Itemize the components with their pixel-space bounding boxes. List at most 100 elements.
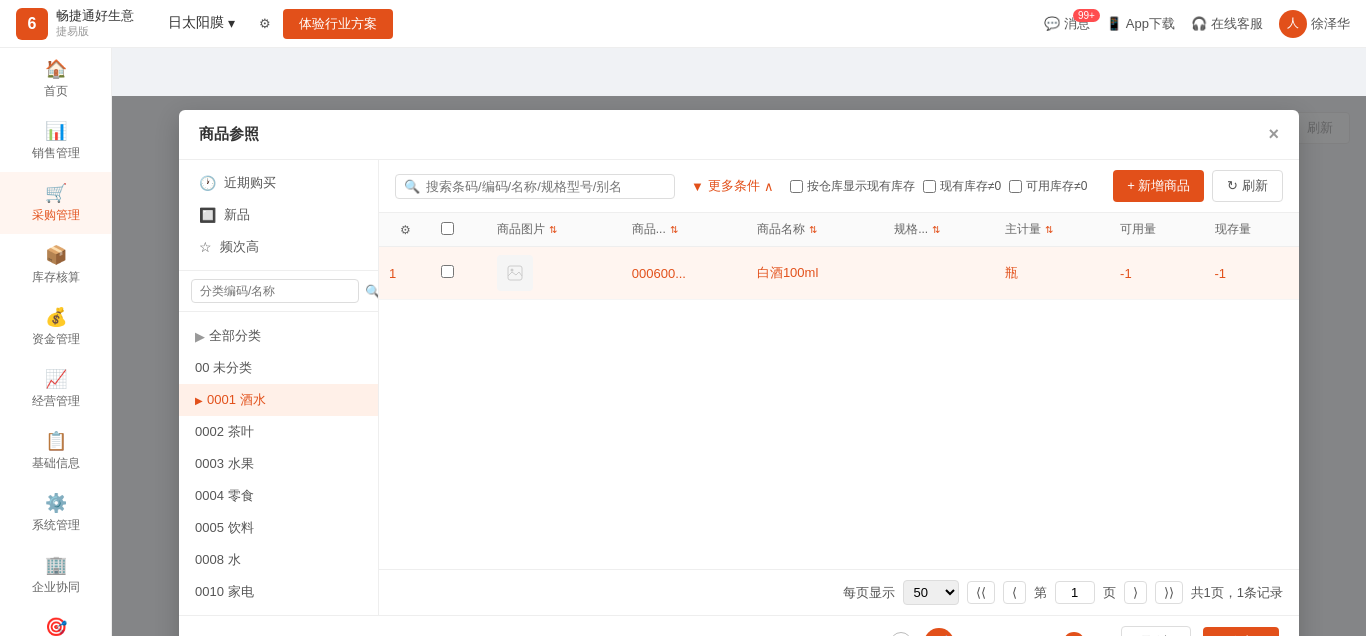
page-label: 页 xyxy=(1103,584,1116,602)
nav-selector[interactable]: 日太阳膜 ▾ xyxy=(156,0,247,48)
cat-item-0002[interactable]: 0002 茶叶 xyxy=(179,416,378,448)
th-check xyxy=(431,213,487,247)
cat-item-0005[interactable]: 0005 饮料 xyxy=(179,512,378,544)
current-nonzero-checkbox-label[interactable]: 现有库存≠0 xyxy=(923,178,1001,195)
cat-item-0001-label: 0001 酒水 xyxy=(207,391,266,409)
confirm-button[interactable]: 确定 xyxy=(1203,627,1279,636)
pagination-summary: 共1页，1条记录 xyxy=(1191,584,1283,602)
cart-button[interactable]: 🛒 xyxy=(924,628,954,636)
nav-selector-label: 日太阳膜 xyxy=(168,14,224,32)
add-product-button[interactable]: + 新增商品 xyxy=(1113,170,1204,202)
modal-overlay: 商品参照 × 🕐 近期购买 🔲 新品 xyxy=(112,96,1366,636)
th-spec-sort: 规格... ⇅ xyxy=(894,221,985,238)
sidebar-item-inventory[interactable]: 📦 库存核算 xyxy=(0,234,111,296)
filter-icon: ▼ xyxy=(691,179,704,194)
warehouse-checkbox-text: 按仓库显示现有库存 xyxy=(807,178,915,195)
cat-item-0003[interactable]: 0003 水果 xyxy=(179,448,378,480)
gear-icon: ⚙ xyxy=(400,223,411,237)
page-size-select[interactable]: 20 50 100 xyxy=(903,580,959,605)
th-spec[interactable]: 规格... ⇅ xyxy=(884,213,995,247)
search-icon: 🔍 xyxy=(365,284,379,299)
cat-item-0001[interactable]: ▶ 0001 酒水 xyxy=(179,384,378,416)
th-image-label: 商品图片 xyxy=(497,221,545,238)
sidebar-item-home[interactable]: 🏠 首页 xyxy=(0,48,111,110)
row-code: 000600... xyxy=(622,247,747,300)
user-profile[interactable]: 人 徐泽华 xyxy=(1279,10,1350,38)
next-page-button[interactable]: ⟩ xyxy=(1124,581,1147,604)
th-unit[interactable]: 主计量 ⇅ xyxy=(995,213,1110,247)
online-service-item[interactable]: 🎧 在线客服 xyxy=(1191,15,1263,33)
sales-icon: 📊 xyxy=(45,120,67,142)
th-settings[interactable]: ⚙ xyxy=(379,213,431,247)
cat-arrow-0001: ▶ xyxy=(195,395,203,406)
selected-count-badge: 0 xyxy=(1063,632,1085,636)
category-search-input[interactable] xyxy=(191,279,359,303)
sidebar-item-finance[interactable]: 💰 资金管理 xyxy=(0,296,111,358)
footer-right: ? 🛒 连续选择的商品 0 ∧ 取消 确定 xyxy=(890,626,1279,636)
cancel-button[interactable]: 取消 xyxy=(1121,626,1191,636)
filter-caret-icon: ∧ xyxy=(764,179,774,194)
sidebar-item-purchase[interactable]: 🛒 采购管理 xyxy=(0,172,111,234)
th-name[interactable]: 商品名称 ⇅ xyxy=(747,213,884,247)
refresh-button[interactable]: ↻ 刷新 xyxy=(1212,170,1283,202)
quick-item-frequent[interactable]: ☆ 频次高 xyxy=(191,232,366,262)
app-download-label: App下载 xyxy=(1126,15,1175,33)
row-check[interactable] xyxy=(431,247,487,300)
settings-icon[interactable]: ⚙ xyxy=(247,16,283,31)
cat-item-00-label: 00 未分类 xyxy=(195,359,252,377)
cat-item-0004-label: 0004 零食 xyxy=(195,487,254,505)
th-code[interactable]: 商品... ⇅ xyxy=(622,213,747,247)
sidebar-item-operations-label: 经营管理 xyxy=(32,393,80,410)
logo-icon: 6 xyxy=(16,8,48,40)
first-page-button[interactable]: ⟨⟨ xyxy=(967,581,995,604)
quick-item-new[interactable]: 🔲 新品 xyxy=(191,200,366,230)
sidebar-item-guide[interactable]: 🎯 新手引导 xyxy=(0,606,111,636)
cat-item-0010[interactable]: 0010 家电 xyxy=(179,576,378,608)
sort-code-icon: ⇅ xyxy=(670,224,678,235)
message-icon: 💬 xyxy=(1044,16,1060,31)
main-content: 查询 设置 刷新 商品参照 × 🕐 近期购买 xyxy=(112,96,1366,636)
th-image[interactable]: 商品图片 ⇅ xyxy=(487,213,622,247)
cat-item-0008[interactable]: 0008 水 xyxy=(179,544,378,576)
row-available: -1 xyxy=(1110,247,1204,300)
available-nonzero-checkbox[interactable] xyxy=(1009,180,1022,193)
th-unit-sort: 主计量 ⇅ xyxy=(1005,221,1100,238)
modal-body: 🕐 近期购买 🔲 新品 ☆ 频次高 xyxy=(179,160,1299,615)
sidebar-item-sales[interactable]: 📊 销售管理 xyxy=(0,110,111,172)
sidebar-item-inventory-label: 库存核算 xyxy=(32,269,80,286)
last-page-button[interactable]: ⟩⟩ xyxy=(1155,581,1183,604)
filter-button[interactable]: ▼ 更多条件 ∧ xyxy=(683,173,782,199)
headset-icon: 🎧 xyxy=(1191,16,1207,31)
product-image-placeholder xyxy=(497,255,533,291)
sort-image-icon: ⇅ xyxy=(549,224,557,235)
warehouse-checkbox[interactable] xyxy=(790,180,803,193)
cat-item-all[interactable]: ▶ 全部分类 xyxy=(179,320,378,352)
sidebar-item-purchase-label: 采购管理 xyxy=(32,207,80,224)
table-row[interactable]: 1 xyxy=(379,247,1299,300)
trial-button[interactable]: 体验行业方案 xyxy=(283,9,393,39)
right-panel: 🔍 ▼ 更多条件 ∧ 按仓库显示现有库存 xyxy=(379,160,1299,615)
top-right: 💬 消息 99+ 📱 App下载 🎧 在线客服 人 徐泽华 xyxy=(1044,10,1350,38)
available-nonzero-checkbox-label[interactable]: 可用库存≠0 xyxy=(1009,178,1087,195)
modal-header: 商品参照 × xyxy=(179,110,1299,160)
modal-title: 商品参照 xyxy=(199,125,259,144)
prev-page-button[interactable]: ⟨ xyxy=(1003,581,1026,604)
product-search-input[interactable] xyxy=(426,179,666,194)
current-nonzero-checkbox[interactable] xyxy=(923,180,936,193)
sidebar-item-basic[interactable]: 📋 基础信息 xyxy=(0,420,111,482)
sidebar-item-system[interactable]: ⚙️ 系统管理 xyxy=(0,482,111,544)
app-download-item[interactable]: 📱 App下载 xyxy=(1106,15,1175,33)
messages-item[interactable]: 💬 消息 99+ xyxy=(1044,15,1090,33)
quick-item-frequent-label: 频次高 xyxy=(220,238,259,256)
page-number-input[interactable] xyxy=(1055,581,1095,604)
cat-item-0004[interactable]: 0004 零食 xyxy=(179,480,378,512)
help-button[interactable]: ? xyxy=(890,632,912,636)
select-all-checkbox[interactable] xyxy=(441,222,454,235)
cat-item-00[interactable]: 00 未分类 xyxy=(179,352,378,384)
sidebar-item-operations[interactable]: 📈 经营管理 xyxy=(0,358,111,420)
warehouse-checkbox-label[interactable]: 按仓库显示现有库存 xyxy=(790,178,915,195)
sidebar-item-enterprise[interactable]: 🏢 企业协同 xyxy=(0,544,111,606)
row-checkbox[interactable] xyxy=(441,265,454,278)
modal-close-button[interactable]: × xyxy=(1268,124,1279,145)
quick-item-recent[interactable]: 🕐 近期购买 xyxy=(191,168,366,198)
